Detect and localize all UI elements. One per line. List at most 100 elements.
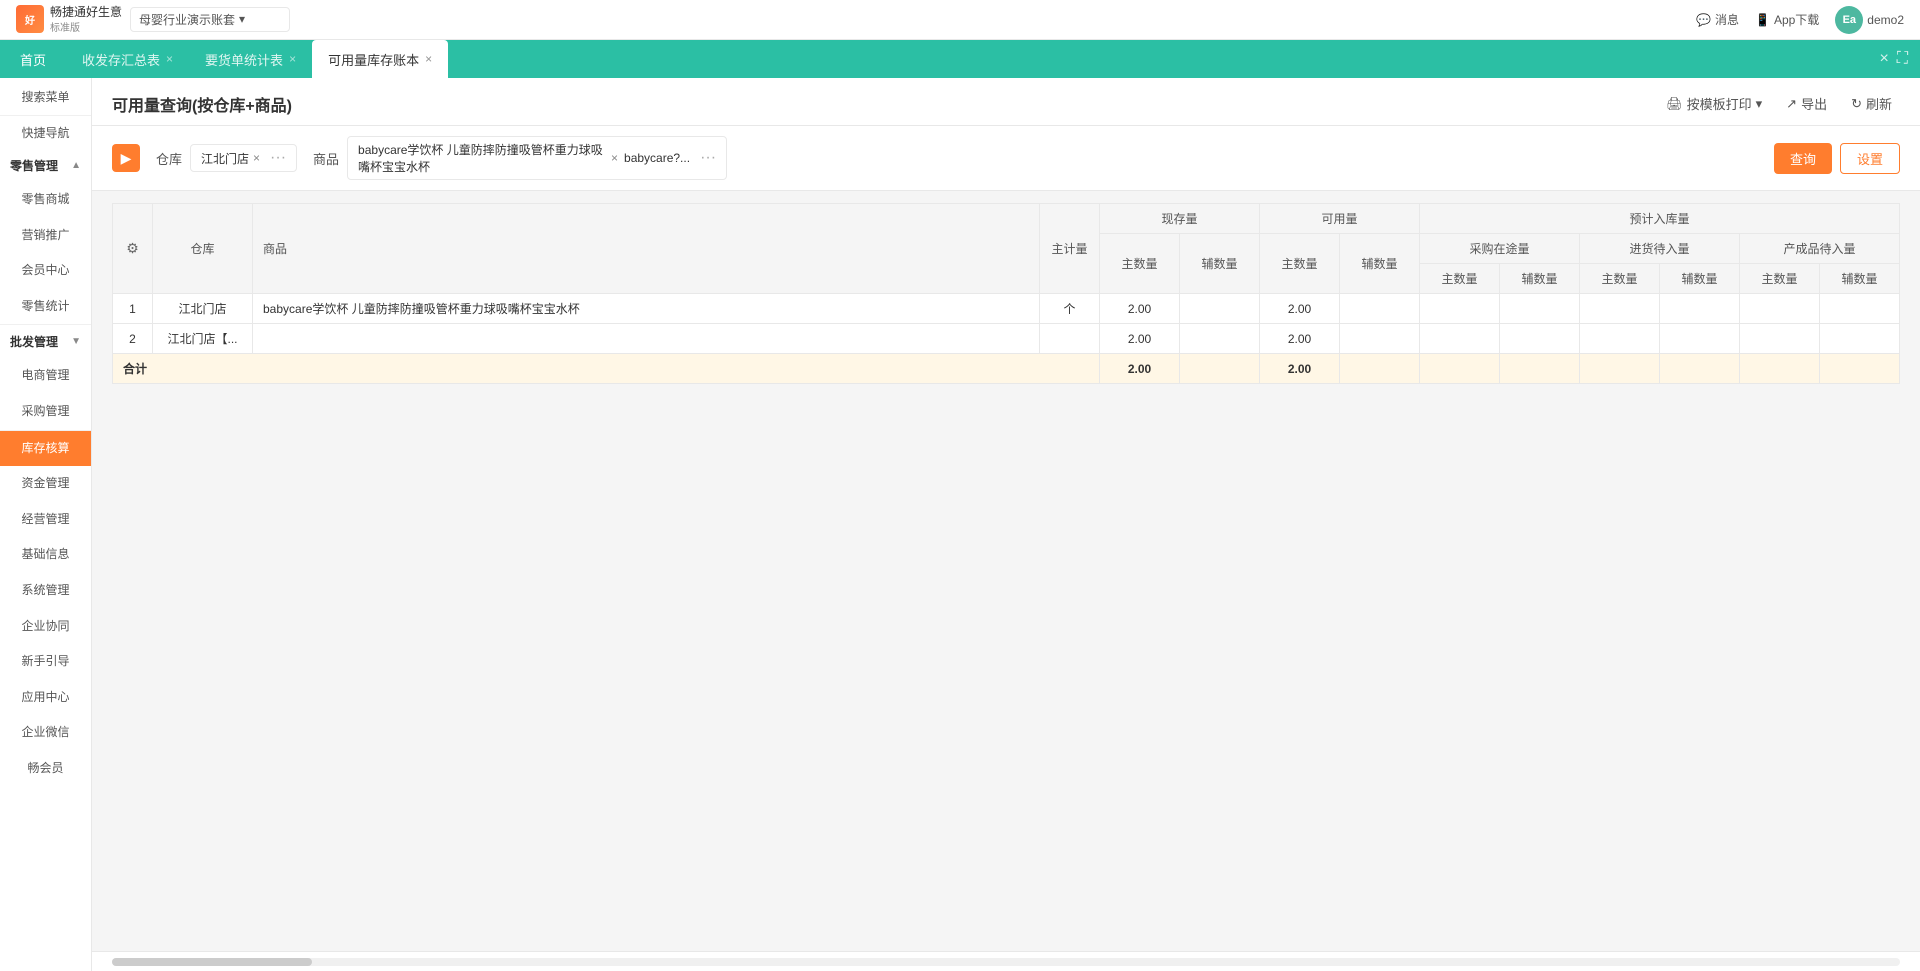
sidebar-item-finance[interactable]: 资金管理 (0, 466, 91, 502)
sidebar-item-inventory-label: 库存核算 (21, 441, 69, 457)
top-bar-left: 好 畅捷通好生意 标准版 母婴行业演示账套 ▾ (16, 5, 290, 34)
sidebar-item-marketing[interactable]: 营销推广 (0, 218, 91, 254)
row2-production-main (1740, 324, 1820, 354)
refresh-icon: ↻ (1851, 96, 1862, 112)
sidebar-search-label[interactable]: 搜索菜单 (8, 88, 83, 105)
query-button[interactable]: 查询 (1774, 143, 1832, 174)
table-area: ⚙ 仓库 商品 主计量 现存量 可用量 预计入库量 主数量 辅数量 主数量 辅数… (92, 191, 1920, 951)
sidebar-group-wholesale[interactable]: 批发管理 ▼ (0, 325, 91, 358)
tab-receivables[interactable]: 收发存汇总表 × (66, 40, 189, 78)
sidebar-item-newuser[interactable]: 新手引导 (0, 644, 91, 680)
table-row: 2 江北门店【... 2.00 2.00 (113, 324, 1900, 354)
th-stock-aux: 辅数量 (1180, 234, 1260, 294)
dropdown-icon: ▾ (239, 12, 245, 26)
sidebar-item-system[interactable]: 系统管理 (0, 573, 91, 609)
org-name: 母婴行业演示账套 (139, 11, 235, 28)
sidebar-quick-nav[interactable]: 快捷导航 (0, 116, 91, 149)
tab-inventory[interactable]: 可用量库存账本 × (312, 40, 448, 78)
filter-toggle-btn[interactable]: ▶ (112, 144, 140, 172)
sidebar-group-retail[interactable]: 零售管理 ▲ (0, 149, 91, 182)
tab-inventory-close[interactable]: × (425, 52, 432, 66)
sidebar-item-retail-stats[interactable]: 零售统计 (0, 289, 91, 325)
filter-product-tag1: babycare学饮杯 儿童防摔防撞吸管杯重力球吸嘴杯宝宝水杯 × (358, 141, 618, 175)
filter-bar: ▶ 仓库 江北门店 × ··· 商品 babycare学饮杯 儿童防摔防撞吸管杯… (92, 126, 1920, 191)
filter-product-input[interactable]: babycare学饮杯 儿童防摔防撞吸管杯重力球吸嘴杯宝宝水杯 × babyca… (347, 136, 727, 180)
th-transit-group: 进货待入量 (1580, 234, 1740, 264)
main-layout: 搜索菜单 快捷导航 零售管理 ▲ 零售商城 营销推广 会员中心 零售统计 批发管… (0, 78, 1920, 971)
scrollbar-track[interactable] (112, 958, 1900, 966)
sidebar-item-system-label: 系统管理 (21, 583, 69, 599)
th-production-group: 产成品待入量 (1740, 234, 1900, 264)
scrollbar-thumb[interactable] (112, 958, 312, 966)
sidebar-item-wechat[interactable]: 企业微信 (0, 715, 91, 751)
org-selector[interactable]: 母婴行业演示账套 ▾ (130, 7, 290, 32)
sidebar-item-retail-mall[interactable]: 零售商城 (0, 182, 91, 218)
message-action[interactable]: 💬 消息 (1696, 11, 1739, 28)
th-settings[interactable]: ⚙ (113, 204, 153, 294)
sidebar-item-inventory[interactable]: 库存核算 (0, 431, 91, 467)
page-actions: 🖨 按模板打印 ▾ ↗ 导出 ↻ 刷新 (1658, 90, 1900, 117)
export-btn[interactable]: ↗ 导出 (1778, 90, 1835, 117)
sidebar-search[interactable]: 搜索菜单 (0, 78, 91, 116)
close-all-btn[interactable]: × (1879, 50, 1888, 68)
summary-label: 合计 (113, 354, 1100, 384)
tab-orders[interactable]: 要货单统计表 × (189, 40, 312, 78)
sidebar-item-basic[interactable]: 基础信息 (0, 537, 91, 573)
refresh-btn[interactable]: ↻ 刷新 (1843, 90, 1900, 117)
row1-purchase-aux (1500, 294, 1580, 324)
expand-btn[interactable]: ⛶ (1897, 50, 1908, 68)
row2-available-aux (1340, 324, 1420, 354)
row2-warehouse: 江北门店【... (153, 324, 253, 354)
row1-production-aux (1820, 294, 1900, 324)
settings-button[interactable]: 设置 (1840, 143, 1900, 174)
filter-warehouse-tag: 江北门店 × (201, 150, 260, 167)
row1-stock-aux (1180, 294, 1260, 324)
logo-text-area: 畅捷通好生意 标准版 (50, 5, 122, 34)
print-template-btn[interactable]: 🖨 按模板打印 ▾ (1658, 90, 1770, 117)
app-label: App下载 (1774, 11, 1819, 28)
sidebar-group-wholesale-label: 批发管理 (10, 333, 58, 350)
sidebar-item-operation[interactable]: 经营管理 (0, 502, 91, 538)
row2-product (253, 324, 1040, 354)
app-download-action[interactable]: 📱 App下载 (1755, 11, 1819, 28)
tab-orders-close[interactable]: × (289, 52, 296, 66)
th-purchase-aux: 辅数量 (1500, 264, 1580, 294)
th-purchase-group: 采购在途量 (1420, 234, 1580, 264)
tab-receivables-close[interactable]: × (166, 52, 173, 66)
th-stock-main: 主数量 (1100, 234, 1180, 294)
sidebar-item-vip-label: 畅会员 (27, 761, 63, 777)
filter-warehouse-more[interactable]: ··· (270, 149, 286, 167)
sidebar-group-retail-label: 零售管理 (10, 157, 58, 174)
sidebar-item-ecommerce[interactable]: 电商管理 (0, 358, 91, 394)
sidebar-item-appcenter[interactable]: 应用中心 (0, 680, 91, 716)
sidebar-item-purchase[interactable]: 采购管理 (0, 394, 91, 430)
summary-transit-aux (1660, 354, 1740, 384)
export-icon: ↗ (1786, 96, 1797, 112)
filter-product-more[interactable]: ··· (700, 149, 716, 167)
user-action[interactable]: Ea demo2 (1835, 6, 1904, 34)
export-label: 导出 (1801, 94, 1827, 113)
row2-transit-main (1580, 324, 1660, 354)
th-production-main: 主数量 (1740, 264, 1820, 294)
row1-transit-main (1580, 294, 1660, 324)
summary-stock-main: 2.00 (1100, 354, 1180, 384)
row2-unit (1040, 324, 1100, 354)
sidebar-item-member-center[interactable]: 会员中心 (0, 253, 91, 289)
summary-production-main (1740, 354, 1820, 384)
avatar: Ea (1835, 6, 1863, 34)
row1-stock-main: 2.00 (1100, 294, 1180, 324)
filter-warehouse-input[interactable]: 江北门店 × ··· (190, 144, 297, 172)
sidebar-item-vip[interactable]: 畅会员 (0, 751, 91, 787)
row2-available-main: 2.00 (1260, 324, 1340, 354)
sidebar-item-enterprise[interactable]: 企业协同 (0, 609, 91, 645)
app-icon: 📱 (1755, 13, 1770, 27)
refresh-label: 刷新 (1866, 94, 1892, 113)
filter-warehouse-remove[interactable]: × (253, 151, 260, 165)
print-icon: 🖨 (1666, 96, 1683, 112)
summary-production-aux (1820, 354, 1900, 384)
page-title: 可用量查询(按仓库+商品) (112, 92, 292, 116)
filter-product-remove1[interactable]: × (611, 151, 618, 165)
th-production-aux: 辅数量 (1820, 264, 1900, 294)
sidebar-item-marketing-label: 营销推广 (21, 228, 69, 244)
tab-home[interactable]: 首页 (0, 40, 66, 78)
